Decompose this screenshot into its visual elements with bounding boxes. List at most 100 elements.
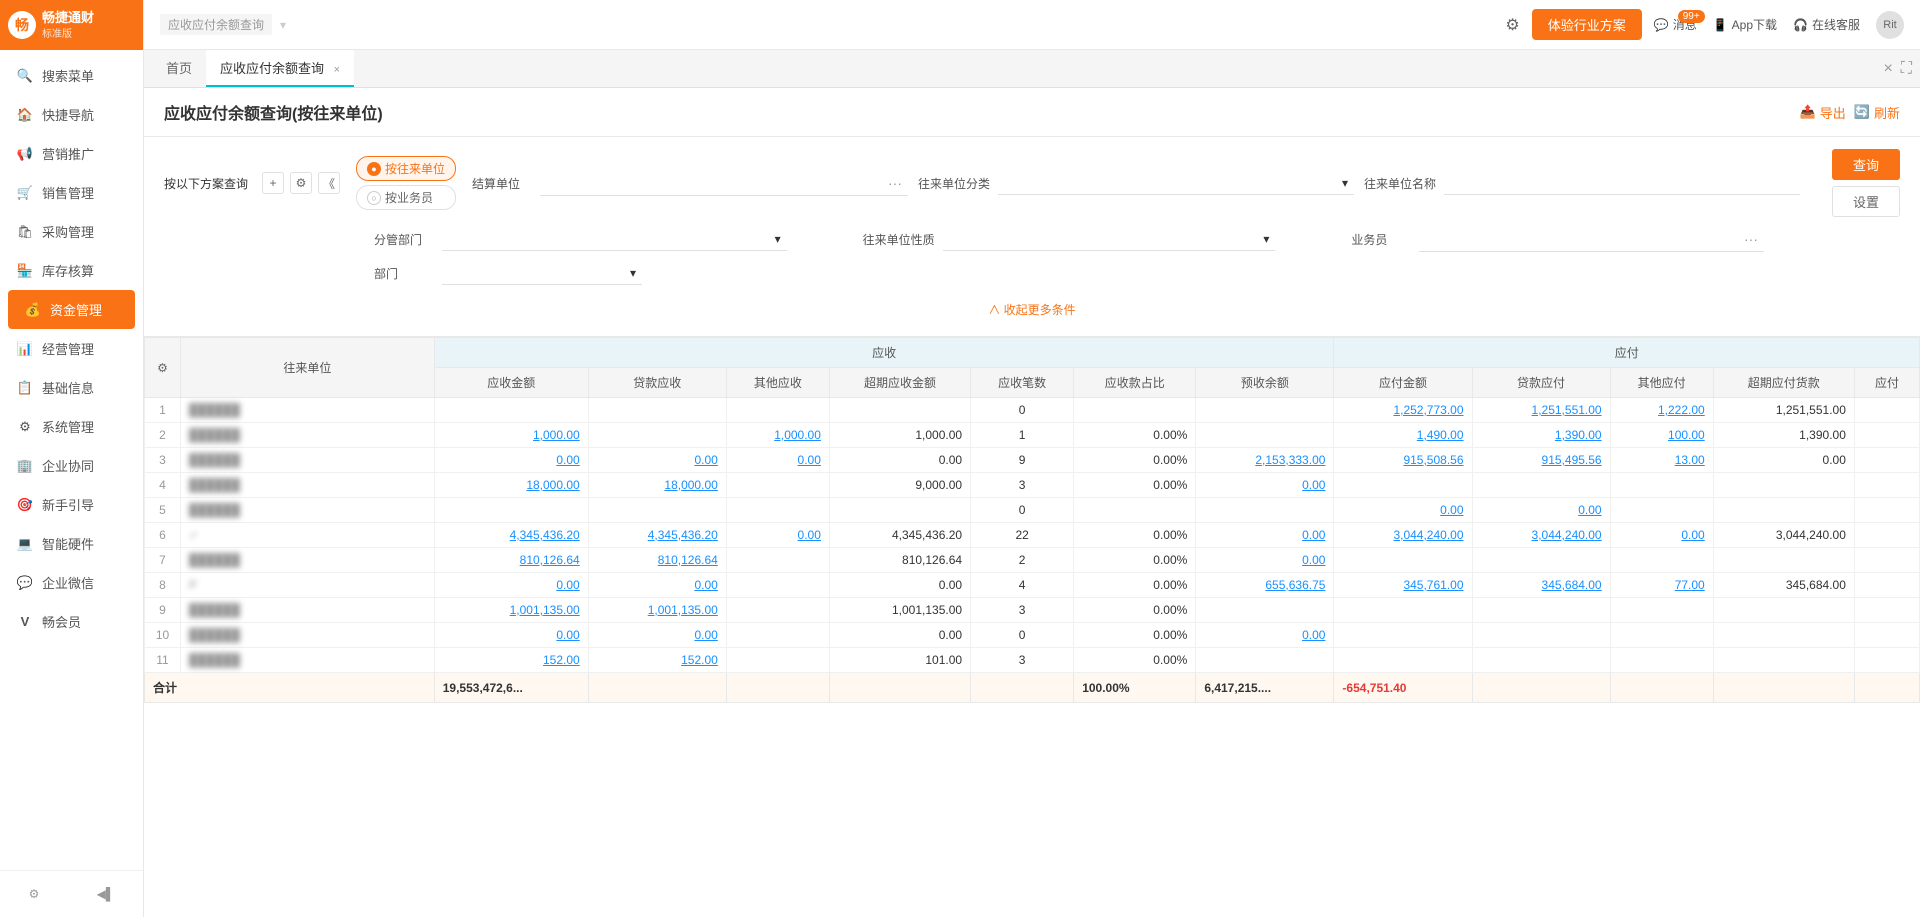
cell-ar-other-3[interactable] [726, 473, 829, 498]
cell-ar-amount-0[interactable] [434, 398, 588, 423]
service-btn[interactable]: 🎧 在线客服 [1793, 16, 1860, 33]
cell-ar-prepay-3[interactable]: 0.00 [1196, 473, 1334, 498]
cell-ap-amount-7[interactable]: 345,761.00 [1334, 573, 1472, 598]
refresh-button[interactable]: 🔄 刷新 [1854, 103, 1900, 122]
sidebar-item-member[interactable]: V 畅会员 [0, 602, 143, 641]
cell-ar-other-0[interactable] [726, 398, 829, 423]
cell-ar-prepay-6[interactable]: 0.00 [1196, 548, 1334, 573]
cell-ar-amount-5[interactable]: 4,345,436.20 [434, 523, 588, 548]
cell-ap-loan-7[interactable]: 345,684.00 [1472, 573, 1610, 598]
footer-ar-amount[interactable]: 19,553,472,6... [434, 673, 588, 703]
cell-ap-loan-2[interactable]: 915,495.56 [1472, 448, 1610, 473]
collapse-more-btn[interactable]: ∧ 收起更多条件 [164, 295, 1900, 324]
expand-window-icon[interactable]: ⛶ [1901, 60, 1912, 78]
cell-ap-amount-6[interactable] [1334, 548, 1472, 573]
cell-ap-other-5[interactable]: 0.00 [1610, 523, 1713, 548]
cell-ar-prepay-5[interactable]: 0.00 [1196, 523, 1334, 548]
cell-ap-amount-2[interactable]: 915,508.56 [1334, 448, 1472, 473]
sidebar-item-ops[interactable]: 📊 经营管理 [0, 329, 143, 368]
cell-ap-other-1[interactable]: 100.00 [1610, 423, 1713, 448]
cell-ar-amount-1[interactable]: 1,000.00 [434, 423, 588, 448]
query-button[interactable]: 查询 [1832, 149, 1900, 180]
cell-ap-other-4[interactable] [1610, 498, 1713, 523]
header-settings-icon[interactable]: ⚙ [1505, 15, 1519, 35]
filter-collapse-btn[interactable]: 《 [318, 172, 340, 194]
cell-ar-prepay-1[interactable] [1196, 423, 1334, 448]
user-avatar[interactable]: Rit [1876, 11, 1904, 39]
cell-ar-loan-10[interactable]: 152.00 [588, 648, 726, 673]
cell-ap-loan-9[interactable] [1472, 623, 1610, 648]
sidebar-item-marketing[interactable]: 📢 营销推广 [0, 134, 143, 173]
filter-settings-btn[interactable]: ⚙ [290, 172, 312, 194]
cell-ap-loan-10[interactable] [1472, 648, 1610, 673]
cell-ap-loan-5[interactable]: 3,044,240.00 [1472, 523, 1610, 548]
sidebar-item-wechat[interactable]: 💬 企业微信 [0, 563, 143, 602]
cell-ap-other-7[interactable]: 77.00 [1610, 573, 1713, 598]
message-badge[interactable]: 💬 消息 99+ [1654, 16, 1697, 33]
cell-ar-loan-4[interactable] [588, 498, 726, 523]
cell-ap-amount-0[interactable]: 1,252,773.00 [1334, 398, 1472, 423]
sidebar-item-corp[interactable]: 🏢 企业协同 [0, 446, 143, 485]
sidebar-item-quick-nav[interactable]: 🏠 快捷导航 [0, 95, 143, 134]
cell-ar-prepay-10[interactable] [1196, 648, 1334, 673]
cell-ar-loan-6[interactable]: 810,126.64 [588, 548, 726, 573]
app-download-btn[interactable]: 📱 App下载 [1713, 16, 1777, 33]
cell-ar-loan-3[interactable]: 18,000.00 [588, 473, 726, 498]
salesman-input[interactable]: ··· [1419, 227, 1764, 252]
sidebar-item-inventory[interactable]: 🏪 库存核算 [0, 251, 143, 290]
cell-ar-amount-6[interactable]: 810,126.64 [434, 548, 588, 573]
cell-ar-loan-0[interactable] [588, 398, 726, 423]
close-window-icon[interactable]: × [1883, 60, 1892, 78]
settlement-unit-input[interactable]: ··· [540, 171, 908, 196]
cell-ar-other-1[interactable]: 1,000.00 [726, 423, 829, 448]
sidebar-item-guide[interactable]: 🎯 新手引导 [0, 485, 143, 524]
sidebar-item-system[interactable]: ⚙ 系统管理 [0, 407, 143, 446]
cell-ar-other-4[interactable] [726, 498, 829, 523]
table-gear-icon[interactable]: ⚙ [157, 361, 168, 375]
tab-close-icon[interactable]: × [334, 64, 340, 76]
cell-ar-prepay-8[interactable] [1196, 598, 1334, 623]
cell-ar-prepay-9[interactable]: 0.00 [1196, 623, 1334, 648]
cell-ap-loan-8[interactable] [1472, 598, 1610, 623]
cell-ar-loan-1[interactable] [588, 423, 726, 448]
cell-ar-other-9[interactable] [726, 623, 829, 648]
filter-option-by-unit[interactable]: ● 按往来单位 [356, 156, 456, 181]
cell-ar-amount-4[interactable] [434, 498, 588, 523]
cell-ar-prepay-4[interactable] [1196, 498, 1334, 523]
cell-ap-other-9[interactable] [1610, 623, 1713, 648]
cell-ar-amount-3[interactable]: 18,000.00 [434, 473, 588, 498]
cell-ap-loan-0[interactable]: 1,251,551.00 [1472, 398, 1610, 423]
dept-select[interactable]: ▾ [442, 262, 642, 285]
table-container[interactable]: ⚙ 往来单位 应收 应付 应收金额 贷款应收 其他应收 超期应收金额 应收笔数 [144, 337, 1920, 917]
filter-option-by-salesman[interactable]: ○ 按业务员 [356, 185, 456, 210]
cell-ap-other-6[interactable] [1610, 548, 1713, 573]
partner-name-input[interactable] [1444, 172, 1800, 195]
cell-ap-loan-3[interactable] [1472, 473, 1610, 498]
cell-ap-other-8[interactable] [1610, 598, 1713, 623]
cell-ap-amount-10[interactable] [1334, 648, 1472, 673]
cell-ar-loan-8[interactable]: 1,001,135.00 [588, 598, 726, 623]
cell-ar-loan-7[interactable]: 0.00 [588, 573, 726, 598]
cell-ar-amount-2[interactable]: 0.00 [434, 448, 588, 473]
cell-ar-prepay-2[interactable]: 2,153,333.00 [1196, 448, 1334, 473]
th-settings[interactable]: ⚙ [145, 338, 181, 398]
cell-ar-prepay-0[interactable] [1196, 398, 1334, 423]
settings-bottom-btn[interactable]: ⚙ [23, 881, 46, 907]
cell-ap-amount-9[interactable] [1334, 623, 1472, 648]
cell-ap-loan-1[interactable]: 1,390.00 [1472, 423, 1610, 448]
set-button[interactable]: 设置 [1832, 186, 1900, 217]
collapse-sidebar-btn[interactable]: ◀▌ [91, 881, 121, 907]
cell-ar-loan-9[interactable]: 0.00 [588, 623, 726, 648]
cell-ar-amount-7[interactable]: 0.00 [434, 573, 588, 598]
cell-ar-loan-2[interactable]: 0.00 [588, 448, 726, 473]
cell-ar-amount-8[interactable]: 1,001,135.00 [434, 598, 588, 623]
cell-ar-amount-10[interactable]: 152.00 [434, 648, 588, 673]
cell-ap-amount-4[interactable]: 0.00 [1334, 498, 1472, 523]
cell-ap-amount-8[interactable] [1334, 598, 1472, 623]
cell-ar-prepay-7[interactable]: 655,636.75 [1196, 573, 1334, 598]
sidebar-item-purchase[interactable]: 🛍 采购管理 [0, 212, 143, 251]
tab-home[interactable]: 首页 [152, 50, 206, 87]
cell-ap-other-3[interactable] [1610, 473, 1713, 498]
promo-button[interactable]: 体验行业方案 [1532, 9, 1642, 40]
dept-manager-select[interactable]: ▾ [442, 228, 787, 251]
